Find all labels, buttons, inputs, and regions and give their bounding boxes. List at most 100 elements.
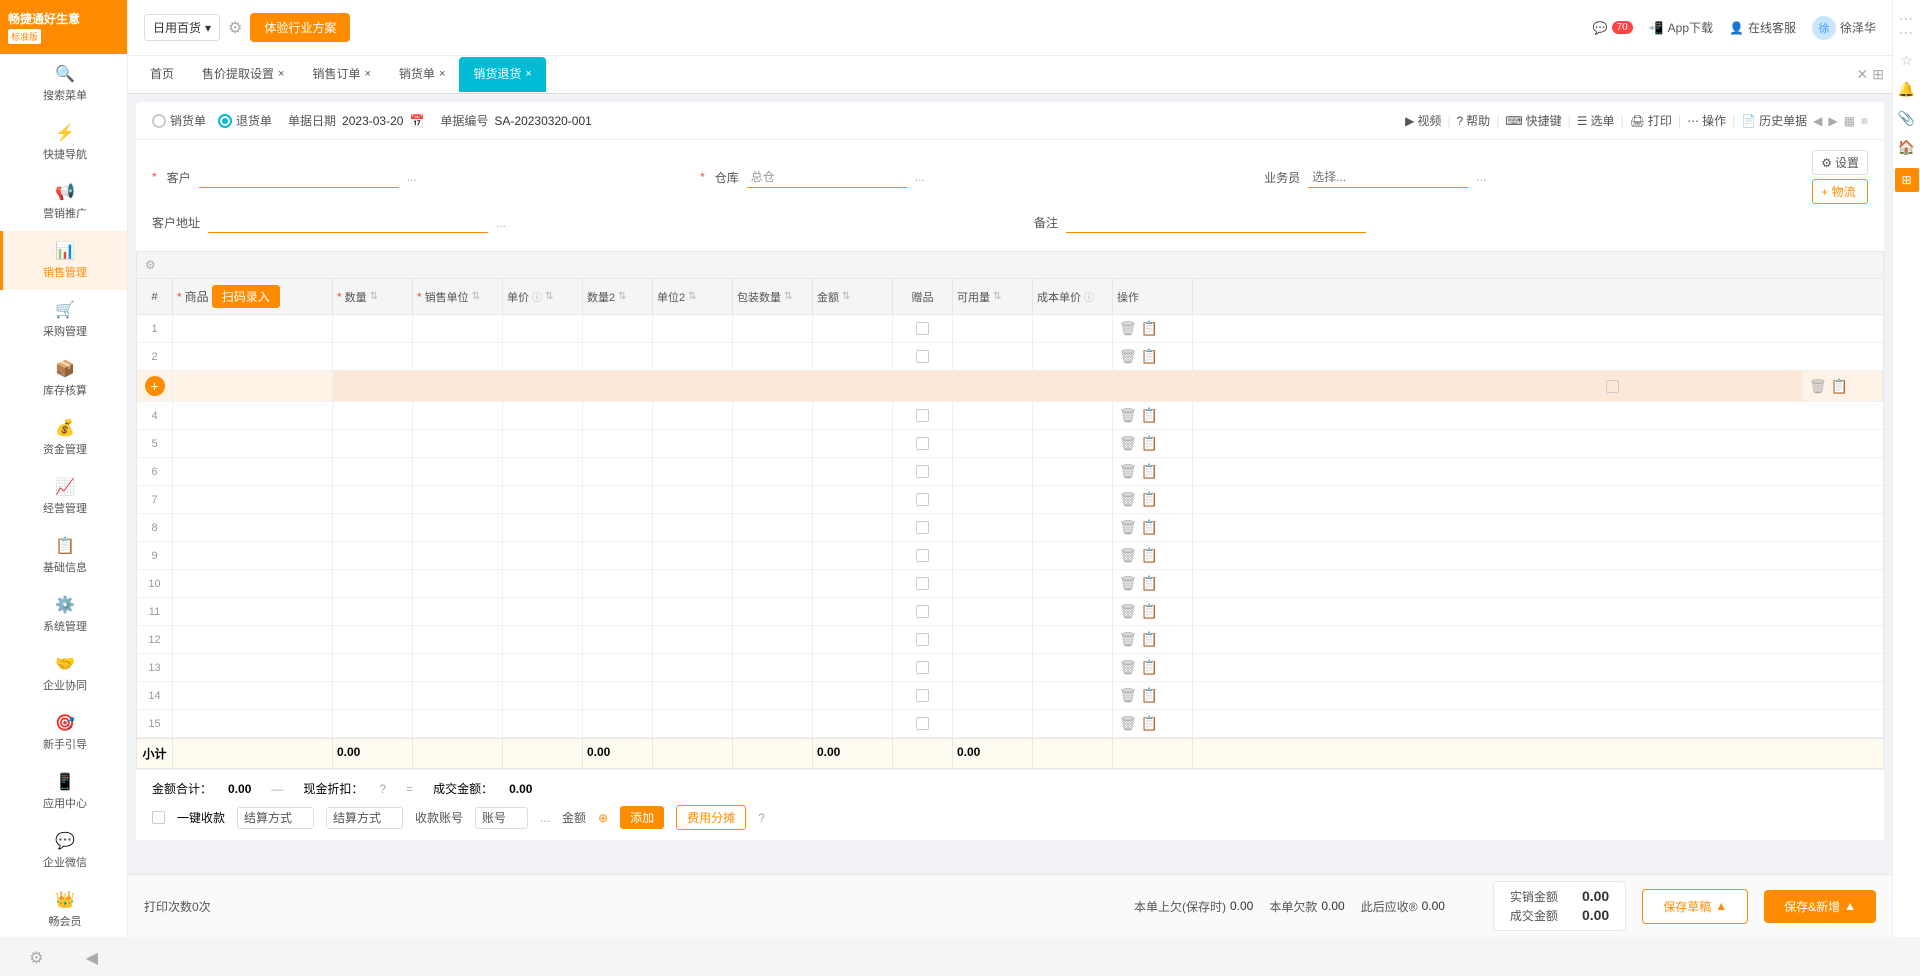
copy-icon[interactable]: 📋 [1141, 631, 1158, 648]
gift-checkbox-3[interactable] [1606, 380, 1619, 393]
delete-icon[interactable]: 🗑 [1119, 519, 1137, 536]
table-settings-icon[interactable]: ⚙ [145, 258, 156, 272]
copy-row-2-icon[interactable]: 📋 [1141, 348, 1158, 365]
experience-btn[interactable]: 体验行业方案 [250, 13, 350, 42]
add-row-btn[interactable]: + [145, 376, 165, 396]
row-qty-3[interactable] [333, 371, 1103, 401]
row-price-1[interactable] [503, 315, 583, 342]
row-price-2[interactable] [503, 343, 583, 370]
remark-input[interactable] [1066, 212, 1366, 233]
grid-view-icon[interactable]: ▦ [1844, 114, 1855, 128]
toolbar-operation[interactable]: ⋯ 操作 [1687, 112, 1726, 129]
discount-help-icon[interactable]: ? [379, 782, 386, 796]
row-cost-3[interactable] [1723, 371, 1803, 401]
sidebar-item-finance[interactable]: 💰 资金管理 [0, 408, 127, 467]
tab-sales-delivery[interactable]: 销货单 × [385, 57, 459, 92]
row-product-2[interactable] [173, 343, 333, 370]
row-gift-1[interactable] [893, 315, 953, 342]
one-click-checkbox[interactable] [152, 811, 165, 824]
delete-icon[interactable]: 🗑 [1119, 575, 1137, 592]
product-input-3[interactable] [177, 379, 328, 393]
radio-return[interactable]: 退货单 [218, 112, 272, 129]
qty2-sort-icon[interactable]: ⇅ [618, 291, 626, 302]
scan-btn[interactable]: 扫码录入 [212, 285, 280, 308]
calc-method-select[interactable]: 结算方式 [237, 807, 314, 829]
row-unit2-2[interactable] [653, 343, 733, 370]
row-unit-1[interactable] [413, 315, 503, 342]
right-panel-icon-5[interactable]: 🏠 [1898, 139, 1915, 156]
delete-icon[interactable]: 🗑 [1119, 407, 1137, 424]
calendar-icon[interactable]: 📅 [409, 114, 424, 128]
product-input-1[interactable] [177, 322, 328, 336]
delete-icon[interactable]: 🗑 [1119, 463, 1137, 480]
toolbar-history[interactable]: 📄 历史单据 [1741, 112, 1807, 129]
toolbar-select[interactable]: ☰ 选单 [1577, 112, 1615, 129]
pkgqty-sort-icon[interactable]: ⇅ [784, 291, 792, 302]
row-unit2-1[interactable] [653, 315, 733, 342]
sidebar-item-system[interactable]: ⚙️ 系统管理 [0, 585, 127, 644]
sidebar-collapse-icon[interactable]: ◀ [86, 948, 98, 968]
row-pkgqty-1[interactable] [733, 315, 813, 342]
right-panel-icon-2[interactable]: ☆ [1900, 52, 1913, 69]
notification-item[interactable]: 💬 70 [1593, 21, 1633, 35]
row-amount-3[interactable] [1503, 371, 1583, 401]
account-type-select[interactable]: 结算方式 [326, 807, 403, 829]
tab-sales-return[interactable]: 销货退货 × [459, 57, 545, 92]
copy-row-3-icon[interactable]: 📋 [1831, 378, 1848, 395]
right-panel-icon-1[interactable]: ⋮⋮ [1899, 12, 1915, 40]
warehouse-dots[interactable]: ... [915, 170, 925, 184]
sidebar-item-marketing[interactable]: 📢 营销推广 [0, 172, 127, 231]
app-download-item[interactable]: 📲 App下载 [1649, 19, 1713, 36]
tab-price-settings[interactable]: 售价提取设置 × [188, 57, 298, 92]
tab-sales-order-close[interactable]: × [364, 68, 370, 80]
next-record-icon[interactable]: ▶ [1828, 114, 1837, 128]
salesperson-input[interactable] [1308, 167, 1468, 188]
tab-sales-delivery-close[interactable]: × [439, 68, 445, 80]
toolbar-shortcut[interactable]: ⌨ 快捷键 [1505, 112, 1561, 129]
row-price-3[interactable] [1193, 371, 1273, 401]
sidebar-item-newbie[interactable]: 🎯 新手引导 [0, 703, 127, 762]
logistics-btn[interactable]: + 物流 [1812, 179, 1868, 204]
copy-row-1-icon[interactable]: 📋 [1141, 320, 1158, 337]
sidebar-item-purchase[interactable]: 🛒 采购管理 [0, 290, 127, 349]
copy-icon[interactable]: 📋 [1141, 463, 1158, 480]
row-qty2-1[interactable] [583, 315, 653, 342]
toolbar-print[interactable]: 🖨 打印 [1630, 112, 1672, 129]
sidebar-item-enterprise[interactable]: 🤝 企业协同 [0, 644, 127, 703]
toolbar-video[interactable]: ▶ 视频 [1405, 112, 1441, 129]
unit2-sort-icon[interactable]: ⇅ [688, 291, 696, 302]
add-payment-btn[interactable]: 添加 [620, 806, 664, 829]
row-qty-2[interactable] [333, 343, 413, 370]
row-amount-2[interactable] [813, 343, 893, 370]
row-cost-1[interactable] [1033, 315, 1113, 342]
row-cost-2[interactable] [1033, 343, 1113, 370]
user-profile-item[interactable]: 徐 徐泽华 [1812, 16, 1876, 40]
row-product-1[interactable] [173, 315, 333, 342]
delete-row-2-icon[interactable]: 🗑 [1119, 348, 1137, 365]
delete-row-1-icon[interactable]: 🗑 [1119, 320, 1137, 337]
row-qty2-2[interactable] [583, 343, 653, 370]
radio-sale[interactable]: 销货单 [152, 112, 206, 129]
right-panel-icon-3[interactable]: 🔔 [1898, 81, 1915, 98]
warehouse-input[interactable] [747, 167, 907, 188]
expand-tab-icon[interactable]: ⊞ [1872, 66, 1884, 83]
delete-icon[interactable]: 🗑 [1119, 547, 1137, 564]
delete-icon[interactable]: 🗑 [1119, 435, 1137, 452]
unit-sort-icon[interactable]: ⇅ [472, 291, 480, 302]
sidebar-settings-icon[interactable]: ⚙ [29, 948, 43, 968]
settings-btn[interactable]: ⚙ 设置 [1812, 150, 1868, 175]
row-qty2-3[interactable] [1273, 371, 1343, 401]
copy-icon[interactable]: 📋 [1141, 547, 1158, 564]
delete-icon[interactable]: 🗑 [1119, 491, 1137, 508]
copy-icon[interactable]: 📋 [1141, 435, 1158, 452]
delete-icon[interactable]: 🗑 [1119, 631, 1137, 648]
sidebar-item-inventory[interactable]: 📦 库存核算 [0, 349, 127, 408]
salesperson-dots[interactable]: ... [1476, 170, 1486, 184]
qty-sort-icon[interactable]: ⇅ [370, 291, 378, 302]
sidebar-item-basic[interactable]: 📋 基础信息 [0, 526, 127, 585]
copy-icon[interactable]: 📋 [1141, 659, 1158, 676]
save-new-btn[interactable]: 保存&新增 ▲ [1764, 890, 1876, 923]
row-avail-3[interactable] [1643, 371, 1723, 401]
copy-icon[interactable]: 📋 [1141, 407, 1158, 424]
address-dots[interactable]: ... [496, 216, 506, 230]
